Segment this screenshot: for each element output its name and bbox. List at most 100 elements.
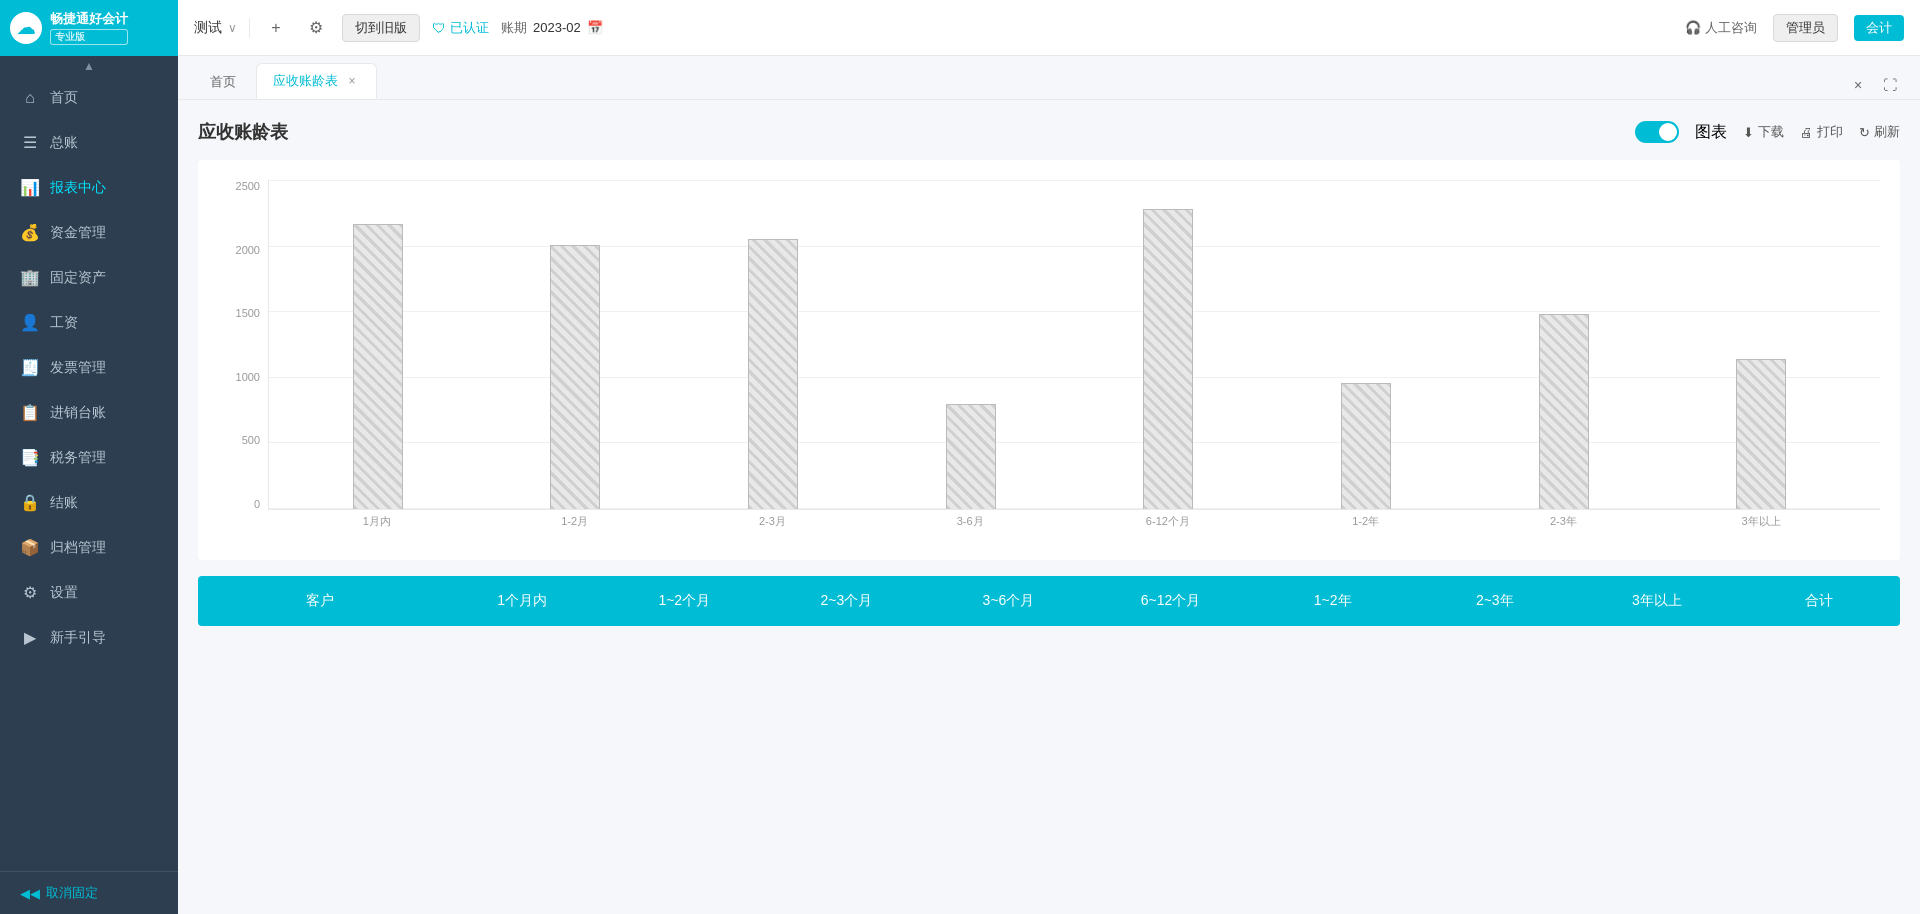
sidebar-item-guide[interactable]: ▶新手引导 [0,615,178,660]
y-label: 2000 [218,244,268,256]
topbar-divider-1 [249,18,250,38]
cancel-pin-icon: ◀◀ [20,886,40,901]
scroll-up-indicator[interactable]: ▲ [0,56,178,76]
main-content: 测试 ∨ + ⚙ 切到旧版 🛡 已认证 账期 2023-02 📅 🎧 人工咨询 … [178,0,1920,914]
table-column-header: 3年以上 [1576,576,1738,626]
bar [550,245,600,509]
home-icon: ⌂ [20,89,40,107]
chart-toggle[interactable] [1635,121,1679,143]
project-chevron-icon: ∨ [228,21,237,35]
x-label: 3-6月 [945,510,995,529]
bar [1143,209,1193,509]
table-column-header: 2~3个月 [765,576,927,626]
expand-window-button[interactable]: ⛶ [1876,71,1904,99]
refresh-button[interactable]: ↻ 刷新 [1859,123,1900,141]
sidebar-item-tax[interactable]: 📑税务管理 [0,435,178,480]
refresh-icon: ↻ [1859,125,1870,140]
download-button[interactable]: ⬇ 下载 [1743,123,1784,141]
ledger-icon: ☰ [20,133,40,152]
sidebar-item-archive[interactable]: 📦归档管理 [0,525,178,570]
x-label: 2-3月 [747,510,797,529]
add-button[interactable]: + [262,14,290,42]
table-column-header: 1~2个月 [603,576,765,626]
role-button[interactable]: 会计 [1854,15,1904,41]
invoice-icon: 🧾 [20,358,40,377]
project-name: 测试 [194,19,222,37]
sidebar-nav: ⌂首页☰总账📊报表中心💰资金管理🏢固定资产👤工资🧾发票管理📋进销台账📑税务管理🔒… [0,76,178,871]
headset-icon: 🎧 [1685,20,1701,35]
chart-toggle-label: 图表 [1695,122,1727,143]
y-axis: 05001000150020002500 [218,180,268,510]
table-column-header: 合计 [1738,576,1900,626]
sidebar-item-closing[interactable]: 🔒结账 [0,480,178,525]
settings-icon: ⚙ [20,583,40,602]
calendar-icon[interactable]: 📅 [587,20,603,35]
sidebar-item-reports[interactable]: 📊报表中心 [0,165,178,210]
bar [1736,359,1786,509]
tax-icon: 📑 [20,448,40,467]
bar [946,404,996,509]
page-content: 应收账龄表 图表 ⬇ 下载 🖨 打印 ↻ 刷新 [178,100,1920,914]
payroll-icon: 👤 [20,313,40,332]
capital-icon: 💰 [20,223,40,242]
bar [748,239,798,509]
bar [1341,383,1391,509]
x-label: 6-12个月 [1143,510,1193,529]
print-button[interactable]: 🖨 打印 [1800,123,1843,141]
bars-container [269,180,1880,509]
table-column-header: 3~6个月 [927,576,1089,626]
x-label: 1月内 [352,510,402,529]
sidebar-item-assets[interactable]: 🏢固定资产 [0,255,178,300]
sidebar-item-capital[interactable]: 💰资金管理 [0,210,178,255]
y-label: 0 [218,498,268,510]
x-label: 1-2月 [550,510,600,529]
x-label: 2-3年 [1538,510,1588,529]
close-window-button[interactable]: × [1844,71,1872,99]
sales-icon: 📋 [20,403,40,422]
sidebar-item-home[interactable]: ⌂首页 [0,76,178,120]
table-column-header: 1个月内 [441,576,603,626]
old-version-button[interactable]: 切到旧版 [342,14,420,42]
user-button[interactable]: 管理员 [1773,14,1838,42]
bar-group [748,180,798,509]
sidebar-item-payroll[interactable]: 👤工资 [0,300,178,345]
table-column-header: 2~3年 [1414,576,1576,626]
assets-icon: 🏢 [20,268,40,287]
tab-window-actions: × ⛶ [1844,71,1904,99]
sidebar: ☁ 畅捷通好会计 专业版 ▲ ⌂首页☰总账📊报表中心💰资金管理🏢固定资产👤工资🧾… [0,0,178,914]
bar-group [1143,180,1193,509]
bar-group [1539,180,1589,509]
tab-aging-report[interactable]: 应收账龄表 × [256,63,377,99]
sidebar-item-sales[interactable]: 📋进销台账 [0,390,178,435]
chart-inner [268,180,1880,510]
bar [353,224,403,509]
sidebar-item-ledger[interactable]: ☰总账 [0,120,178,165]
reports-icon: 📊 [20,178,40,197]
period-info: 账期 2023-02 📅 [501,19,603,37]
print-icon: 🖨 [1800,125,1813,140]
download-icon: ⬇ [1743,125,1754,140]
table-header: 客户1个月内1~2个月2~3个月3~6个月6~12个月1~2年2~3年3年以上合… [198,576,1900,626]
project-selector[interactable]: 测试 ∨ [194,19,237,37]
page-actions: 图表 ⬇ 下载 🖨 打印 ↻ 刷新 [1635,121,1900,143]
tab-home[interactable]: 首页 [194,65,252,99]
table-container: 客户1个月内1~2个月2~3个月3~6个月6~12个月1~2年2~3年3年以上合… [198,576,1900,626]
bar [1539,314,1589,509]
cancel-pin-button[interactable]: ◀◀ 取消固定 [0,871,178,914]
close-tab-icon[interactable]: × [344,73,360,89]
chart-container: 05001000150020002500 1月内1-2月2-3月3-6月6-12… [218,180,1880,540]
guide-icon: ▶ [20,628,40,647]
table-column-header: 1~2年 [1252,576,1414,626]
app-logo: ☁ 畅捷通好会计 专业版 [0,0,178,56]
certified-badge: 🛡 已认证 [432,19,489,37]
settings-button[interactable]: ⚙ [302,14,330,42]
y-label: 500 [218,434,268,446]
sidebar-item-invoice[interactable]: 🧾发票管理 [0,345,178,390]
sidebar-item-settings[interactable]: ⚙设置 [0,570,178,615]
y-label: 1000 [218,371,268,383]
y-label: 2500 [218,180,268,192]
support-button[interactable]: 🎧 人工咨询 [1685,19,1757,37]
logo-text: 畅捷通好会计 专业版 [50,11,128,45]
table-column-header: 客户 [198,576,441,626]
shield-icon: 🛡 [432,20,446,36]
